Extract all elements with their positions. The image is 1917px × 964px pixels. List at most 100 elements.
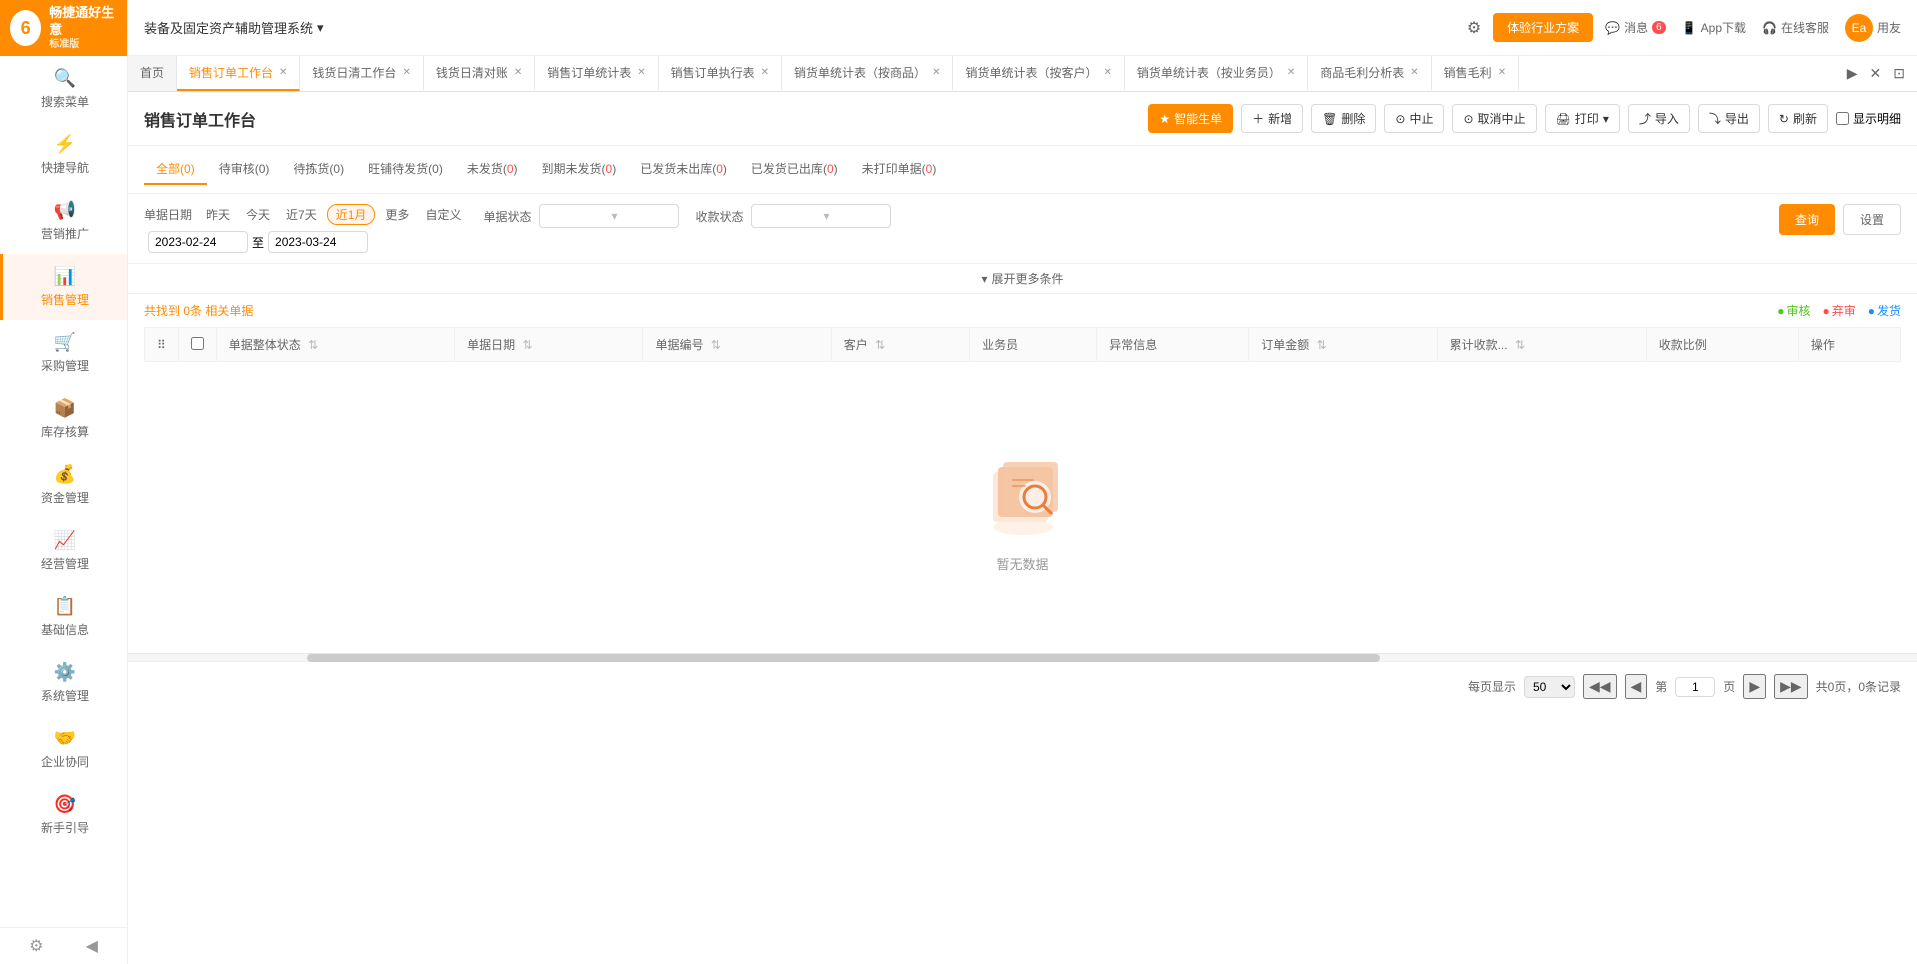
tab-cash-daily[interactable]: 钱货日清工作台 ✕ [300,56,423,91]
date-to-input[interactable] [268,231,368,253]
select-all-checkbox[interactable] [191,337,204,350]
filter-tab-pending-review[interactable]: 待审核(0) [207,154,282,185]
operations-icon: 📈 [54,530,76,551]
filter-tab-not-shipped[interactable]: 未发货(0) [455,154,530,185]
import-icon: ⤴ [1639,110,1651,127]
next-page-btn[interactable]: ▶ [1743,674,1766,699]
cancel-stop-btn[interactable]: ⊙ 取消中止 [1452,104,1536,133]
tab-cash-reconcile[interactable]: 钱货日清对账 ✕ [424,56,535,91]
filter-tab-expired-not-shipped[interactable]: 到期未发货(0) [530,154,629,185]
col-checkbox[interactable] [178,328,216,362]
filter-tab-shipped-not-out[interactable]: 已发货未出库(0) [628,154,739,185]
app-download-btn[interactable]: 📱 App下载 [1682,19,1746,36]
tab-close-cash-reconcile[interactable]: ✕ [514,67,522,78]
tab-close-product-margin[interactable]: ✕ [1410,67,1418,78]
show-detail-checkbox[interactable] [1836,112,1849,125]
filter-tab-all[interactable]: 全部(0) [144,154,207,185]
filter-tab-pending-inspection[interactable]: 待拣货(0) [281,154,356,185]
print-btn[interactable]: 🖨 打印 ▾ [1545,104,1620,133]
date-btn-today[interactable]: 今天 [240,204,276,225]
sidebar-item-operations[interactable]: 📈 经营管理 [0,518,127,584]
filter-tab-wangpu[interactable]: 旺铺待发货(0) [356,154,455,185]
message-btn[interactable]: 💬 消息 6 [1605,19,1666,36]
receipt-select[interactable]: ▾ [751,204,891,228]
sidebar-item-inventory[interactable]: 📦 库存核算 [0,386,127,452]
page-actions: ★ 智能生单 ＋ 新增 🗑 删除 ⊙ 中止 [1148,104,1901,133]
sidebar-item-sales[interactable]: 📊 销售管理 [0,254,127,320]
show-detail-toggle[interactable]: 显示明细 [1836,110,1901,127]
tab-sales-stats[interactable]: 销售订单统计表 ✕ [535,56,658,91]
tab-sales-exec[interactable]: 销售订单执行表 ✕ [659,56,782,91]
tab-close-all-icon[interactable]: ✕ [1866,63,1886,84]
horizontal-scrollbar[interactable] [128,653,1917,661]
date-btn-1month[interactable]: 近1月 [327,204,376,225]
sidebar-item-search[interactable]: 🔍 搜索菜单 [0,56,127,122]
page-input[interactable] [1675,677,1715,697]
sidebar-item-guide[interactable]: 🎯 新手引导 [0,782,127,848]
expand-conditions-btn[interactable]: ▾ 展开更多条件 [981,270,1063,287]
tab-close-sales-exec[interactable]: ✕ [761,67,769,78]
sidebar-item-marketing[interactable]: 📢 营销推广 [0,188,127,254]
sidebar-item-purchase[interactable]: 🛒 采购管理 [0,320,127,386]
sidebar-item-quick-nav[interactable]: ⚡ 快捷导航 [0,122,127,188]
tab-product-margin[interactable]: 商品毛利分析表 ✕ [1308,56,1431,91]
filter-tab-not-printed[interactable]: 未打印单据(0) [850,154,949,185]
settings-bottom-icon[interactable]: ⚙ [29,936,43,956]
stop-btn[interactable]: ⊙ 中止 [1384,104,1444,133]
date-btn-7days[interactable]: 近7天 [280,204,323,225]
refresh-btn[interactable]: ↻ 刷新 [1768,104,1828,133]
tab-scroll-right-icon[interactable]: ▶ [1843,63,1862,84]
sort-customer-icon[interactable]: ⇅ [875,338,885,352]
sidebar-item-system[interactable]: ⚙️ 系统管理 [0,650,127,716]
industry-btn[interactable]: 体验行业方案 [1493,13,1593,42]
last-page-btn[interactable]: ▶▶ [1774,674,1808,699]
tab-close-monthly-staff[interactable]: ✕ [1287,67,1295,78]
sort-number-icon[interactable]: ⇅ [711,338,721,352]
tab-sales-profit[interactable]: 销售毛利 ✕ [1432,56,1519,91]
tab-maximize-icon[interactable]: ⊡ [1889,63,1909,84]
sort-amount-icon[interactable]: ⇅ [1317,338,1327,352]
tab-close-monthly-product[interactable]: ✕ [932,67,940,78]
tab-close-cash-daily[interactable]: ✕ [402,67,410,78]
tab-close-monthly-customer[interactable]: ✕ [1103,67,1111,78]
new-btn[interactable]: ＋ 新增 [1241,104,1303,133]
collapse-icon[interactable]: ◀ [86,936,98,956]
status-select[interactable]: ▾ [539,204,679,228]
user-menu[interactable]: Ea 用友 [1845,14,1901,42]
sidebar-item-finance[interactable]: 💰 资金管理 [0,452,127,518]
sort-date-icon[interactable]: ⇅ [522,338,532,352]
query-btn[interactable]: 查询 [1779,204,1835,235]
tab-close-sales-order[interactable]: ✕ [279,67,287,78]
online-service-btn[interactable]: 🎧 在线客服 [1762,19,1829,36]
tab-sales-order[interactable]: 销售订单工作台 ✕ [177,56,300,91]
delete-btn[interactable]: 🗑 删除 [1311,104,1376,133]
tab-sales-monthly-product[interactable]: 销货单统计表（按商品） ✕ [782,56,953,91]
tab-home[interactable]: 首页 [128,56,177,91]
set-btn[interactable]: 设置 [1843,204,1901,235]
date-btn-more[interactable]: 更多 [379,204,415,225]
sort-status-icon[interactable]: ⇅ [308,338,318,352]
scrollbar-thumb[interactable] [307,654,1380,662]
date-btn-custom[interactable]: 自定义 [419,204,467,225]
first-page-btn[interactable]: ◀◀ [1583,674,1617,699]
sidebar-item-enterprise[interactable]: 🤝 企业协同 [0,716,127,782]
approve-btn[interactable]: ● 审核 [1777,302,1810,319]
ship-btn[interactable]: ● 发货 [1868,302,1901,319]
tab-sales-monthly-staff[interactable]: 销货单统计表（按业务员） ✕ [1125,56,1308,91]
prev-page-btn[interactable]: ◀ [1625,674,1648,699]
system-title-dropdown[interactable]: 装备及固定资产辅助管理系统 ▾ [144,18,1455,37]
date-from-input[interactable] [148,231,248,253]
per-page-select[interactable]: 50 100 200 [1524,676,1575,698]
reject-btn[interactable]: ● 弃审 [1822,302,1855,319]
export-btn[interactable]: ⤵ 导出 [1698,104,1760,133]
tab-close-sales-profit[interactable]: ✕ [1498,67,1506,78]
filter-tab-shipped-out[interactable]: 已发货已出库(0) [739,154,850,185]
header-settings-icon[interactable]: ⚙ [1467,18,1481,38]
import-btn[interactable]: ⤴ 导入 [1628,104,1690,133]
tab-close-sales-stats[interactable]: ✕ [637,67,645,78]
sort-received-icon[interactable]: ⇅ [1515,338,1525,352]
tab-sales-monthly-customer[interactable]: 销货单统计表（按客户） ✕ [953,56,1124,91]
sidebar-item-basic-info[interactable]: 📋 基础信息 [0,584,127,650]
date-btn-yesterday[interactable]: 昨天 [200,204,236,225]
ai-btn[interactable]: ★ 智能生单 [1148,104,1233,133]
